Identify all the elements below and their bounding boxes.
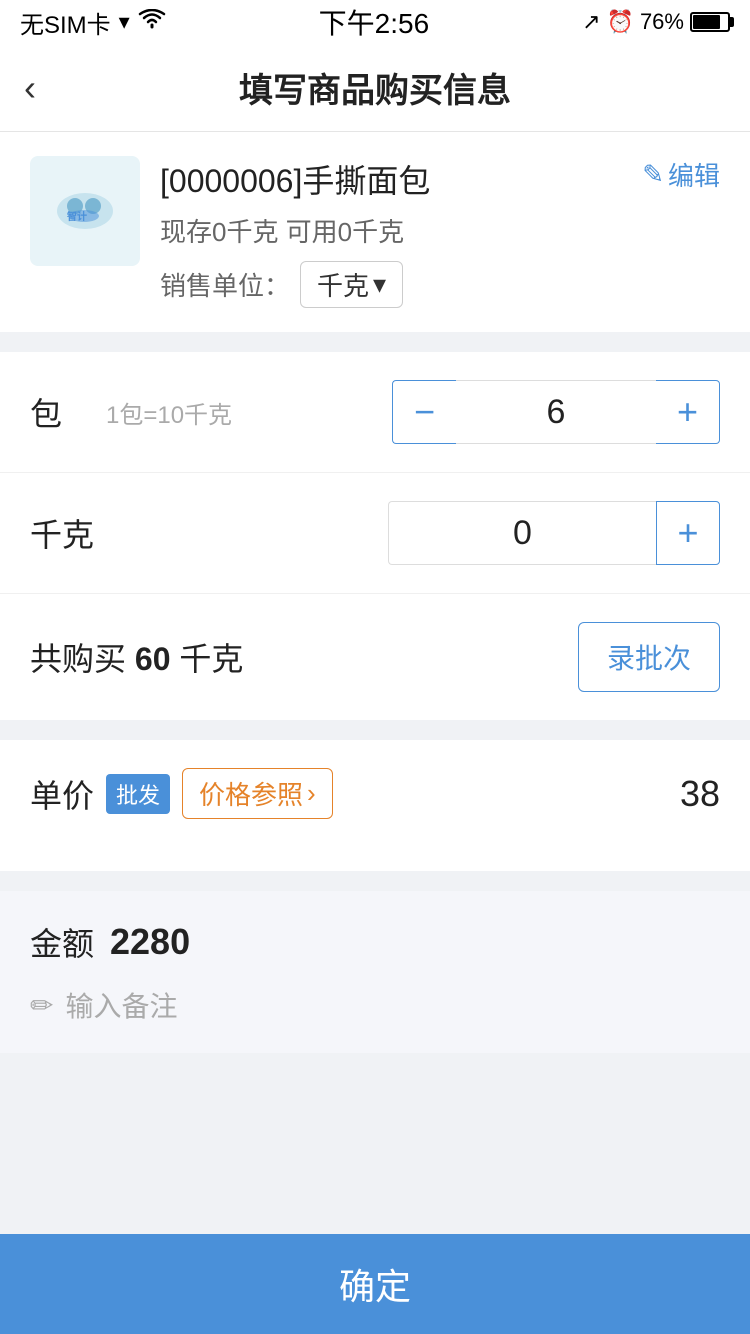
price-section: 单价 批发 价格参照 › 38	[0, 740, 750, 871]
product-unit-row: 销售单位： 千克 ▾	[160, 261, 720, 308]
unit-label: 销售单位：	[160, 266, 290, 303]
product-info: [0000006]手撕面包 ✎ 编辑 现存0千克 可用0千克 销售单位： 千克 …	[160, 156, 720, 308]
chevron-right-icon: ›	[307, 778, 316, 809]
svg-text:智计: 智计	[67, 210, 87, 223]
kg-quantity-input[interactable]	[388, 501, 656, 565]
status-time: 下午2:56	[319, 2, 430, 42]
nav-bar: ‹ 填写商品购买信息	[0, 44, 750, 132]
product-stock: 现存0千克 可用0千克	[160, 212, 720, 249]
total-row: 共购买 60 千克 录批次	[0, 594, 750, 720]
status-left: 无SIM卡 ▾	[20, 5, 166, 40]
pencil-icon: ✏	[30, 989, 53, 1022]
remark-row[interactable]: ✏ 输入备注	[30, 985, 720, 1025]
unit-select[interactable]: 千克 ▾	[300, 261, 403, 308]
kg-label: 千克	[30, 510, 94, 556]
status-bar: 无SIM卡 ▾ 下午2:56 ↗ ⏰ 76%	[0, 0, 750, 44]
wifi-icon: ▾	[119, 9, 130, 35]
product-section: 智计 [0000006]手撕面包 ✎ 编辑 现存0千克 可用0千克 销售单位： …	[0, 132, 750, 332]
amount-section: 金额 2280 ✏ 输入备注	[0, 891, 750, 1053]
bag-plus-button[interactable]: +	[656, 380, 720, 444]
chevron-down-icon: ▾	[373, 269, 386, 300]
page-title: 填写商品购买信息	[239, 63, 511, 112]
bag-label: 包	[30, 389, 90, 435]
battery-percent: 76%	[640, 9, 684, 35]
amount-row: 金额 2280	[30, 919, 720, 965]
bag-quantity-controls: − +	[392, 380, 720, 444]
bag-quantity-input[interactable]	[456, 380, 656, 444]
bag-quantity-row: 包 1包=10千克 − +	[0, 352, 750, 473]
remark-placeholder: 输入备注	[65, 985, 177, 1025]
battery-icon	[690, 12, 730, 32]
price-label: 单价 批发 价格参照 ›	[30, 768, 333, 819]
total-text: 共购买 60 千克	[30, 634, 243, 680]
product-image: 智计	[30, 156, 140, 266]
total-prefix: 共购买	[30, 641, 126, 677]
edit-button[interactable]: ✎ 编辑	[642, 156, 720, 193]
location-icon: ↗	[582, 9, 600, 35]
price-value: 38	[680, 773, 720, 815]
bag-sublabel: 1包=10千克	[106, 395, 392, 430]
price-ref-button[interactable]: 价格参照 ›	[182, 768, 333, 819]
price-text: 单价	[30, 771, 94, 817]
back-button[interactable]: ‹	[24, 67, 36, 109]
kg-plus-button[interactable]: +	[656, 501, 720, 565]
kg-quantity-row: 千克 +	[0, 473, 750, 594]
confirm-button[interactable]: 确定	[0, 1234, 750, 1334]
amount-label: 金额	[30, 919, 94, 965]
total-unit: 千克	[179, 641, 243, 677]
alarm-icon: ⏰	[607, 9, 634, 35]
pifa-badge: 批发	[106, 774, 170, 814]
price-row: 单价 批发 价格参照 › 38	[30, 768, 720, 819]
edit-icon: ✎	[642, 159, 664, 190]
status-right: ↗ ⏰ 76%	[582, 9, 730, 35]
bag-minus-button[interactable]: −	[392, 380, 456, 444]
total-amount: 60	[135, 641, 179, 677]
kg-quantity-controls: +	[388, 501, 720, 565]
product-name: [0000006]手撕面包	[160, 156, 430, 202]
amount-value: 2280	[110, 921, 190, 963]
wifi-label	[138, 8, 166, 36]
carrier-label: 无SIM卡	[20, 5, 111, 40]
batch-button[interactable]: 录批次	[578, 622, 720, 692]
quantity-section: 包 1包=10千克 − + 千克 + 共购买 60 千克 录批次	[0, 352, 750, 720]
